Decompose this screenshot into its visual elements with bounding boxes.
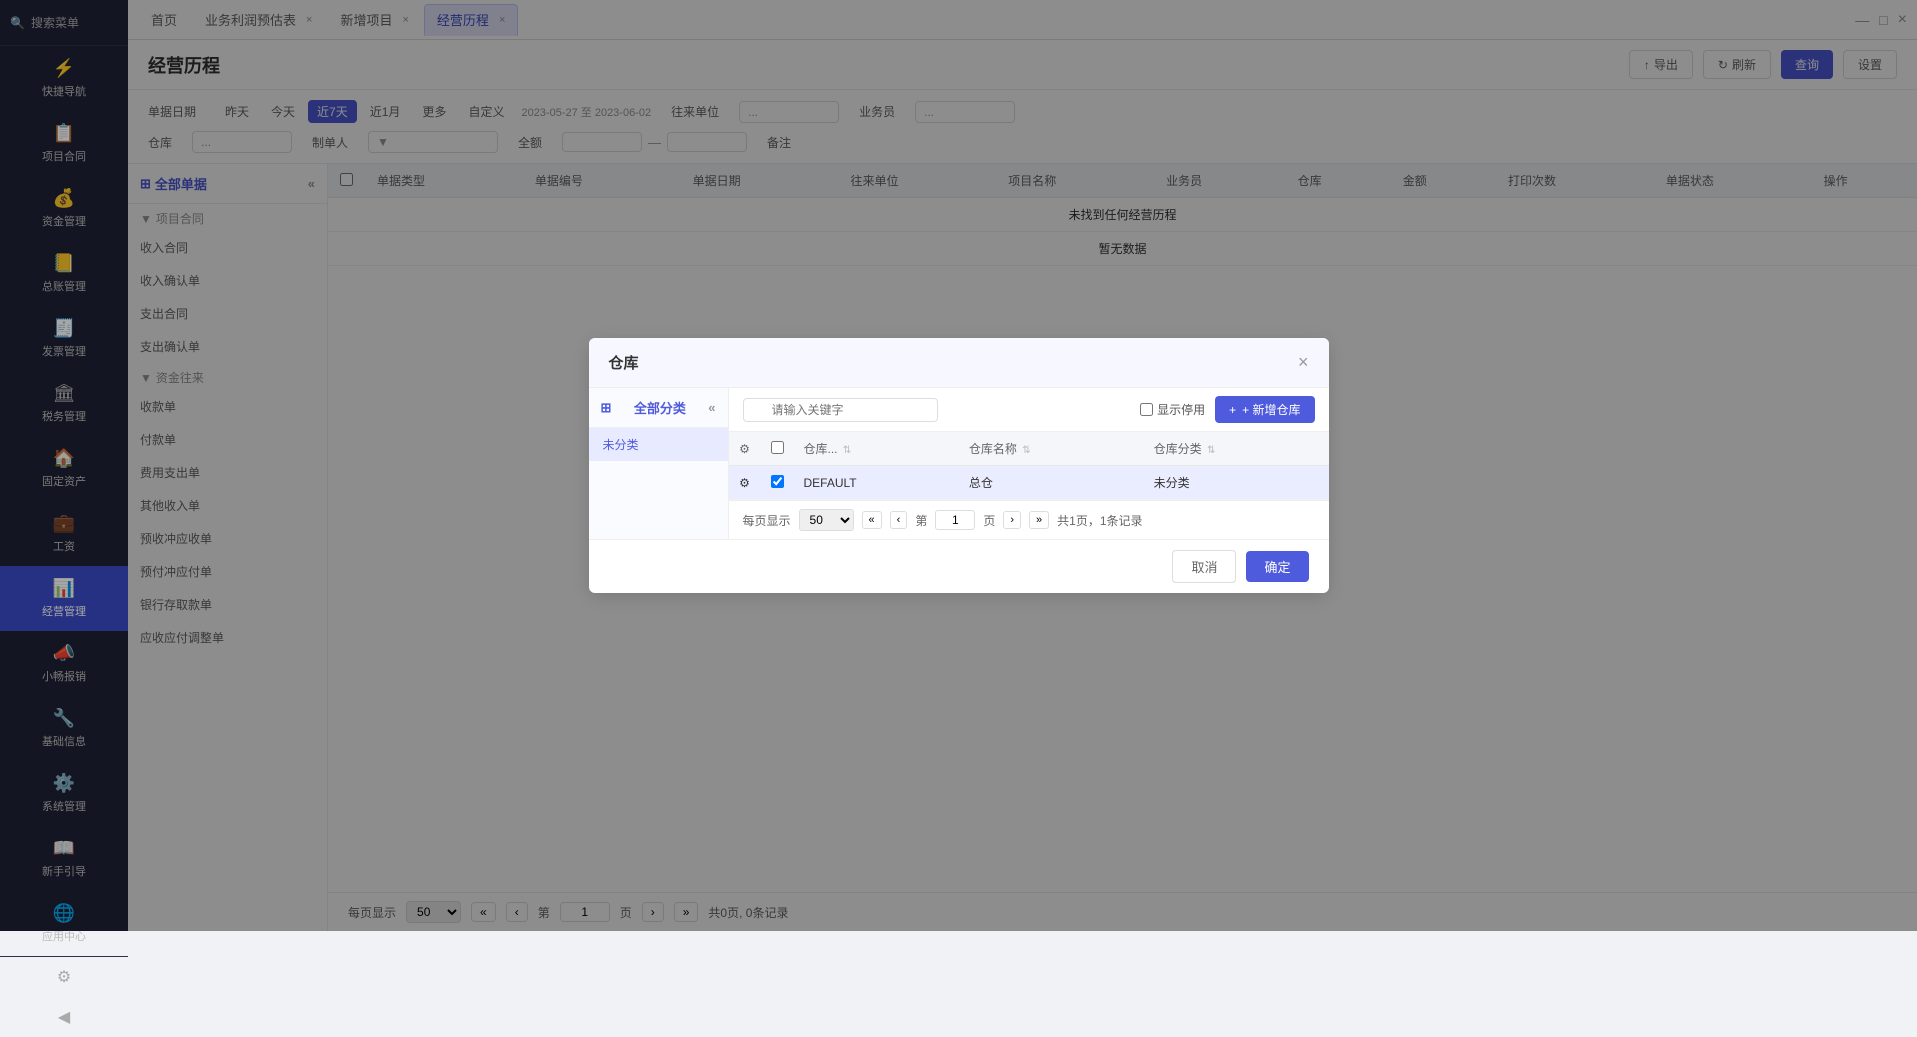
confirm-button[interactable]: 确定: [1246, 551, 1308, 582]
row-category: 未分类: [1144, 466, 1329, 500]
modal-total: 共1页，1条记录: [1057, 512, 1142, 529]
row-settings-icon: ⚙: [729, 466, 761, 500]
modal-table-wrap: ⚙ 仓库... ⇅ 仓库名称 ⇅ 仓库分类 ⇅: [729, 432, 1329, 500]
row-code: DEFAULT: [794, 466, 959, 500]
modal-table: ⚙ 仓库... ⇅ 仓库名称 ⇅ 仓库分类 ⇅: [729, 432, 1329, 500]
sidebar-bottom: ⚙ ◀: [0, 956, 128, 1037]
modal-sidebar: ⊞ 全部分类 « 未分类: [589, 388, 729, 539]
modal-th-settings: ⚙: [729, 432, 761, 466]
modal-prev-page[interactable]: ‹: [890, 511, 908, 529]
modal-th-category[interactable]: 仓库分类 ⇅: [1144, 432, 1329, 466]
modal-page-prefix: 第: [915, 512, 927, 529]
modal-sidebar-uncategorized[interactable]: 未分类: [589, 428, 728, 461]
modal-close-button[interactable]: ×: [1298, 352, 1309, 373]
modal-right: 🔍 显示停用 + + 新增仓库: [729, 388, 1329, 539]
modal-last-page[interactable]: »: [1029, 511, 1049, 529]
uncategorized-label: 未分类: [603, 438, 639, 452]
warehouse-search-input[interactable]: [743, 398, 938, 422]
cancel-button[interactable]: 取消: [1172, 550, 1236, 583]
plus-icon: +: [1229, 403, 1236, 417]
modal-sidebar-all[interactable]: ⊞ 全部分类 «: [589, 388, 728, 428]
modal-first-page[interactable]: «: [862, 511, 882, 529]
modal-page-input[interactable]: [935, 510, 975, 530]
sort-arrows-code: ⇅: [843, 445, 851, 456]
modal-pagination: 每页显示 50 100 « ‹ 第 页 › » 共1页，1条记录: [729, 500, 1329, 539]
all-categories-label: 全部分类: [634, 398, 686, 417]
warehouse-modal: 仓库 × ⊞ 全部分类 « 未分类 🔍: [589, 338, 1329, 593]
modal-toolbar: 🔍 显示停用 + + 新增仓库: [729, 388, 1329, 432]
sidebar-collapse-icon[interactable]: «: [708, 400, 715, 415]
sort-arrows-name: ⇅: [1022, 445, 1030, 456]
modal-footer: 取消 确定: [589, 539, 1329, 593]
row-checkbox-cell: [761, 466, 794, 500]
modal-header: 仓库 ×: [589, 338, 1329, 388]
grid-icon2: ⊞: [601, 400, 612, 416]
modal-next-page[interactable]: ›: [1003, 511, 1021, 529]
table-row[interactable]: ⚙ DEFAULT 总仓 未分类: [729, 466, 1329, 500]
modal-select-all[interactable]: [771, 441, 784, 454]
add-warehouse-button[interactable]: + + 新增仓库: [1215, 396, 1314, 423]
modal-overlay: 仓库 × ⊞ 全部分类 « 未分类 🔍: [0, 0, 1917, 931]
row-checkbox[interactable]: [771, 475, 784, 488]
show-disabled-checkbox[interactable]: 显示停用: [1140, 401, 1205, 418]
modal-th-code[interactable]: 仓库... ⇅: [794, 432, 959, 466]
modal-th-checkbox: [761, 432, 794, 466]
modal-per-page-select[interactable]: 50 100: [799, 509, 854, 531]
modal-page-suffix: 页: [983, 512, 995, 529]
sort-arrows-category: ⇅: [1207, 445, 1215, 456]
row-name: 总仓: [959, 466, 1144, 500]
search-wrap: 🔍: [743, 398, 1131, 422]
modal-th-name[interactable]: 仓库名称 ⇅: [959, 432, 1144, 466]
disabled-checkbox-input[interactable]: [1140, 403, 1153, 416]
show-disabled-label: 显示停用: [1157, 401, 1205, 418]
modal-title: 仓库: [609, 352, 639, 373]
collapse-sidebar-icon[interactable]: ◀: [0, 997, 128, 1037]
modal-per-page-label: 每页显示: [743, 512, 791, 529]
modal-body: ⊞ 全部分类 « 未分类 🔍 显示停用: [589, 388, 1329, 539]
settings-bottom-icon[interactable]: ⚙: [0, 957, 128, 997]
